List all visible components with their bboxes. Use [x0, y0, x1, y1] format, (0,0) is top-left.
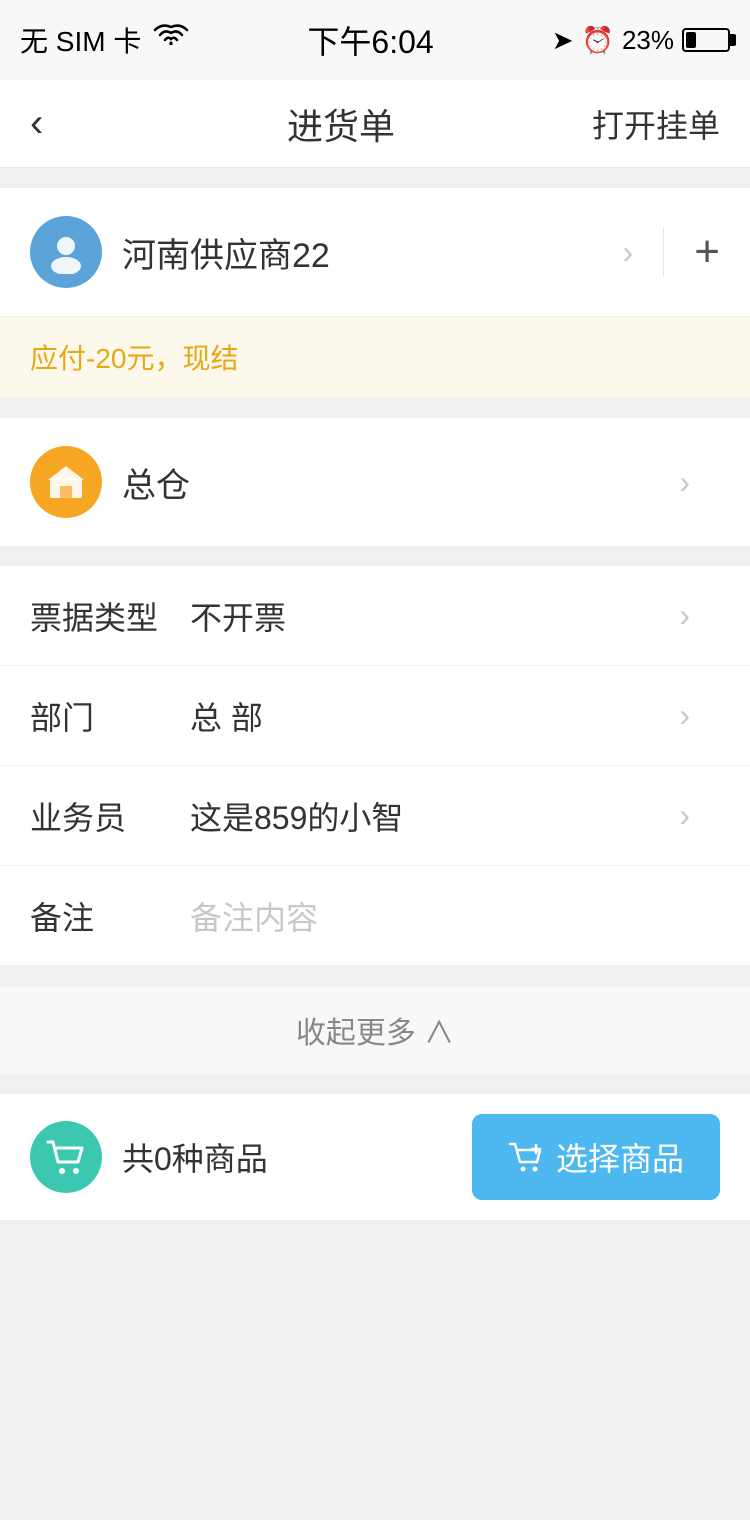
supplier-row[interactable]: 河南供应商22 › + [0, 188, 750, 317]
supplier-avatar [30, 216, 102, 288]
vertical-divider [663, 228, 664, 276]
battery-percent: 23% [622, 25, 674, 56]
page-title: 进货单 [287, 98, 395, 150]
carrier-label: 无 SIM 卡 [20, 20, 141, 60]
warehouse-row[interactable]: 总仓 › [0, 417, 750, 546]
product-count-label: 共0种商品 [122, 1134, 472, 1180]
invoice-value: 不开票 [170, 593, 679, 639]
back-button[interactable]: ‹ [30, 101, 90, 146]
alarm-icon: ⏰ [582, 25, 614, 56]
form-section: 票据类型 不开票 › 部门 总 部 › 业务员 这是859的小智 › 备注 备注… [0, 566, 750, 966]
salesperson-label: 业务员 [30, 793, 170, 839]
time-label: 下午6:04 [307, 17, 433, 63]
section-divider-1 [0, 168, 750, 188]
remark-input[interactable]: 备注内容 [170, 893, 720, 939]
wifi-icon [153, 23, 189, 58]
invoice-label: 票据类型 [30, 593, 170, 639]
warehouse-name: 总仓 [122, 458, 679, 507]
collapse-button[interactable]: 收起更多 ∧ [0, 986, 750, 1074]
warehouse-chevron-icon: › [679, 464, 690, 501]
status-bar: 无 SIM 卡 下午6:04 ➤ ⏰ 23% [0, 0, 750, 80]
invoice-row[interactable]: 票据类型 不开票 › [0, 566, 750, 666]
warning-banner: 应付-20元，现结 [0, 317, 750, 397]
status-right: ➤ ⏰ 23% [552, 25, 730, 56]
supplier-chevron-icon: › [623, 234, 634, 271]
select-product-label: 选择商品 [556, 1134, 684, 1180]
product-cart-icon [30, 1121, 102, 1193]
location-icon: ➤ [552, 25, 574, 56]
remark-label: 备注 [30, 893, 170, 939]
supplier-name: 河南供应商22 [122, 228, 623, 277]
bottom-bar: 共0种商品 选择商品 [0, 1094, 750, 1220]
add-supplier-button[interactable]: + [694, 230, 720, 274]
nav-bar: ‹ 进货单 打开挂单 [0, 80, 750, 168]
department-label: 部门 [30, 693, 170, 739]
department-chevron-icon: › [679, 697, 690, 734]
collapse-label: 收起更多 ∧ [296, 1008, 454, 1052]
salesperson-value: 这是859的小智 [170, 793, 679, 839]
select-product-button[interactable]: 选择商品 [472, 1114, 720, 1200]
warning-text: 应付-20元，现结 [30, 343, 238, 374]
battery-icon [682, 28, 730, 52]
salesperson-chevron-icon: › [679, 797, 690, 834]
remark-row[interactable]: 备注 备注内容 [0, 866, 750, 966]
status-left: 无 SIM 卡 [20, 20, 189, 60]
section-divider-2 [0, 397, 750, 417]
warehouse-icon [30, 446, 102, 518]
invoice-chevron-icon: › [679, 597, 690, 634]
open-pending-button[interactable]: 打开挂单 [592, 101, 720, 147]
salesperson-row[interactable]: 业务员 这是859的小智 › [0, 766, 750, 866]
gray-area [0, 1220, 750, 1520]
department-value: 总 部 [170, 693, 679, 739]
department-row[interactable]: 部门 总 部 › [0, 666, 750, 766]
